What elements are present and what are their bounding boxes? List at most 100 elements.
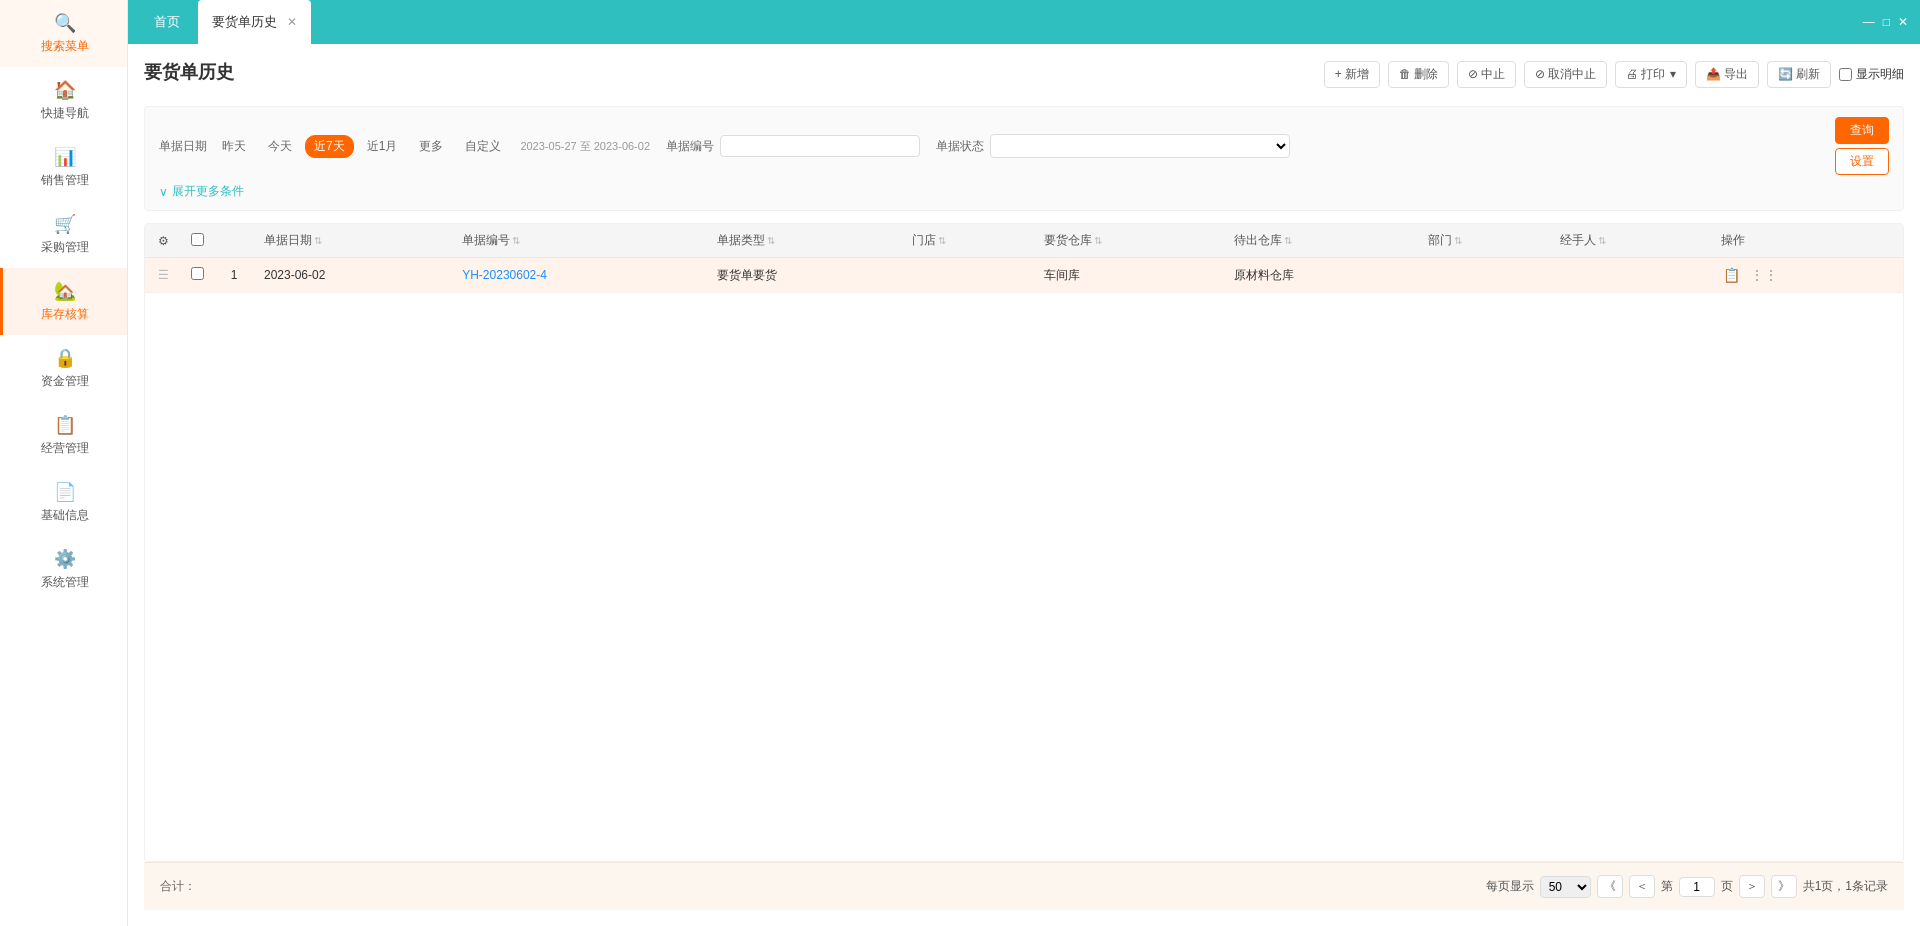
- col-doc-type: 单据类型⇅: [707, 224, 902, 258]
- table-wrap: ⚙ 单据日期⇅ 单据编号⇅ 单据类型⇅ 门店⇅ 要货仓库⇅ 待出仓库⇅ 部门⇅ …: [144, 223, 1904, 862]
- row-handler: [1550, 258, 1711, 293]
- sidebar-item-search[interactable]: 🔍 搜索菜单: [0, 0, 127, 67]
- table-row: ☰ 1 2023-06-02 YH-20230602-4 要货单要货 车间库 原…: [145, 258, 1903, 293]
- status-label: 单据状态: [936, 138, 984, 155]
- col-dept: 部门⇅: [1418, 224, 1550, 258]
- sidebar-item-inventory[interactable]: 🏡 库存核算: [0, 268, 127, 335]
- yesterday-btn[interactable]: 昨天: [213, 135, 255, 158]
- last7days-btn[interactable]: 近7天: [305, 135, 354, 158]
- print-button[interactable]: 🖨 打印 ▾: [1615, 61, 1687, 88]
- more-btn[interactable]: 更多: [410, 135, 452, 158]
- operations-icon: 📋: [54, 414, 76, 436]
- tab-requisition-history[interactable]: 要货单历史 ✕: [198, 0, 311, 44]
- maximize-button[interactable]: □: [1883, 15, 1890, 29]
- last1month-btn[interactable]: 近1月: [358, 135, 407, 158]
- doc-no-link[interactable]: YH-20230602-4: [462, 268, 547, 282]
- main-area: 首页 要货单历史 ✕ — □ ✕ 要货单历史 + 新增 🗑 删除: [128, 0, 1920, 926]
- col-handler: 经手人⇅: [1550, 224, 1711, 258]
- row-store: [902, 258, 1034, 293]
- total-info: 共1页，1条记录: [1803, 878, 1888, 895]
- refresh-button[interactable]: 🔄 刷新: [1767, 61, 1831, 88]
- print-dropdown-icon: ▾: [1670, 67, 1676, 81]
- reqwh-sort-icon[interactable]: ⇅: [1094, 235, 1102, 246]
- date-sort-icon[interactable]: ⇅: [314, 235, 322, 246]
- finance-icon: 🔒: [54, 347, 76, 369]
- row-num: 1: [214, 258, 254, 293]
- filter-row: 单据日期 昨天 今天 近7天 近1月 更多 自定义 2023-05-27 至 2…: [159, 117, 1889, 175]
- doctype-sort-icon[interactable]: ⇅: [767, 235, 775, 246]
- new-button[interactable]: + 新增: [1324, 61, 1380, 88]
- row-checkbox: [181, 258, 214, 293]
- page-input[interactable]: [1679, 877, 1715, 897]
- export-button[interactable]: 📤 导出: [1695, 61, 1759, 88]
- row-dept: [1418, 258, 1550, 293]
- doc-number-label: 单据编号: [666, 138, 714, 155]
- tab-close-icon[interactable]: ✕: [287, 15, 297, 29]
- system-icon: ⚙️: [54, 548, 76, 570]
- date-filter: 单据日期 昨天 今天 近7天 近1月 更多 自定义 2023-05-27 至 2…: [159, 135, 650, 158]
- close-button[interactable]: ✕: [1898, 15, 1908, 29]
- sidebar-item-basic-info[interactable]: 📄 基础信息: [0, 469, 127, 536]
- row-doc-no: YH-20230602-4: [452, 258, 707, 293]
- col-num: [214, 224, 254, 258]
- show-detail-checkbox[interactable]: [1839, 68, 1852, 81]
- query-button[interactable]: 查询: [1835, 117, 1889, 144]
- page-title: 要货单历史: [144, 60, 234, 84]
- next-page-button[interactable]: ＞: [1739, 875, 1765, 898]
- show-detail-toggle[interactable]: 显示明细: [1839, 66, 1904, 83]
- table-footer: 合计： 每页显示 20 50 100 200 《 ＜ 第 页 ＞ 》 共1页，1…: [144, 862, 1904, 910]
- data-table: ⚙ 单据日期⇅ 单据编号⇅ 单据类型⇅ 门店⇅ 要货仓库⇅ 待出仓库⇅ 部门⇅ …: [145, 224, 1903, 293]
- prev-page-button[interactable]: ＜: [1629, 875, 1655, 898]
- expand-more[interactable]: ∨ 展开更多条件: [159, 183, 1889, 200]
- row-more-icon[interactable]: ⋮⋮: [1748, 265, 1780, 285]
- docno-sort-icon[interactable]: ⇅: [512, 235, 520, 246]
- dept-sort-icon[interactable]: ⇅: [1454, 235, 1462, 246]
- expand-icon: ∨: [159, 185, 168, 199]
- row-date: 2023-06-02: [254, 258, 452, 293]
- sidebar-item-sales[interactable]: 📊 销售管理: [0, 134, 127, 201]
- stop-button[interactable]: ⊘ 中止: [1457, 61, 1516, 88]
- col-date: 单据日期⇅: [254, 224, 452, 258]
- status-filter: 单据状态: [936, 134, 1819, 158]
- custom-btn[interactable]: 自定义: [456, 135, 510, 158]
- select-all-checkbox[interactable]: [191, 233, 204, 246]
- row-gear: ☰: [145, 258, 181, 293]
- today-btn[interactable]: 今天: [259, 135, 301, 158]
- row-pending-warehouse: 原材料仓库: [1224, 258, 1419, 293]
- last-page-button[interactable]: 》: [1771, 875, 1797, 898]
- query-actions: 查询 设置: [1835, 117, 1889, 175]
- row-select-checkbox[interactable]: [191, 267, 204, 280]
- sidebar-item-finance[interactable]: 🔒 资金管理: [0, 335, 127, 402]
- col-action: 操作: [1711, 224, 1903, 258]
- row-actions: 📋 ⋮⋮: [1711, 258, 1903, 293]
- sidebar: 🔍 搜索菜单 🏠 快捷导航 📊 销售管理 🛒 采购管理 🏡 库存核算 🔒 资金管…: [0, 0, 128, 926]
- col-gear: ⚙: [145, 224, 181, 258]
- store-sort-icon[interactable]: ⇅: [938, 235, 946, 246]
- filter-area: 单据日期 昨天 今天 近7天 近1月 更多 自定义 2023-05-27 至 2…: [144, 106, 1904, 211]
- minimize-button[interactable]: —: [1863, 15, 1875, 29]
- date-range-display: 2023-05-27 至 2023-06-02: [520, 139, 650, 154]
- search-menu-icon: 🔍: [54, 12, 76, 34]
- doc-number-filter: 单据编号: [666, 135, 920, 157]
- handler-sort-icon[interactable]: ⇅: [1598, 235, 1606, 246]
- tab-home[interactable]: 首页: [140, 0, 194, 44]
- row-view-icon[interactable]: 📋: [1721, 265, 1742, 285]
- pendwh-sort-icon[interactable]: ⇅: [1284, 235, 1292, 246]
- sidebar-item-purchase[interactable]: 🛒 采购管理: [0, 201, 127, 268]
- status-select[interactable]: [990, 134, 1290, 158]
- cancel-stop-button[interactable]: ⊘ 取消中止: [1524, 61, 1607, 88]
- purchase-icon: 🛒: [54, 213, 76, 235]
- sidebar-item-operations[interactable]: 📋 经营管理: [0, 402, 127, 469]
- sidebar-item-quick-nav[interactable]: 🏠 快捷导航: [0, 67, 127, 134]
- per-page-select[interactable]: 20 50 100 200: [1540, 876, 1591, 898]
- content-area: 要货单历史 + 新增 🗑 删除 ⊘ 中止 ⊘ 取消中止 🖨: [128, 44, 1920, 926]
- page-suffix: 页: [1721, 878, 1733, 895]
- page-label: 第: [1661, 878, 1673, 895]
- first-page-button[interactable]: 《: [1597, 875, 1623, 898]
- toolbar: + 新增 🗑 删除 ⊘ 中止 ⊘ 取消中止 🖨 打印 ▾: [1324, 61, 1904, 88]
- delete-button[interactable]: 🗑 删除: [1388, 61, 1449, 88]
- col-doc-no: 单据编号⇅: [452, 224, 707, 258]
- settings-button[interactable]: 设置: [1835, 148, 1889, 175]
- sidebar-item-system[interactable]: ⚙️ 系统管理: [0, 536, 127, 603]
- doc-number-input[interactable]: [720, 135, 920, 157]
